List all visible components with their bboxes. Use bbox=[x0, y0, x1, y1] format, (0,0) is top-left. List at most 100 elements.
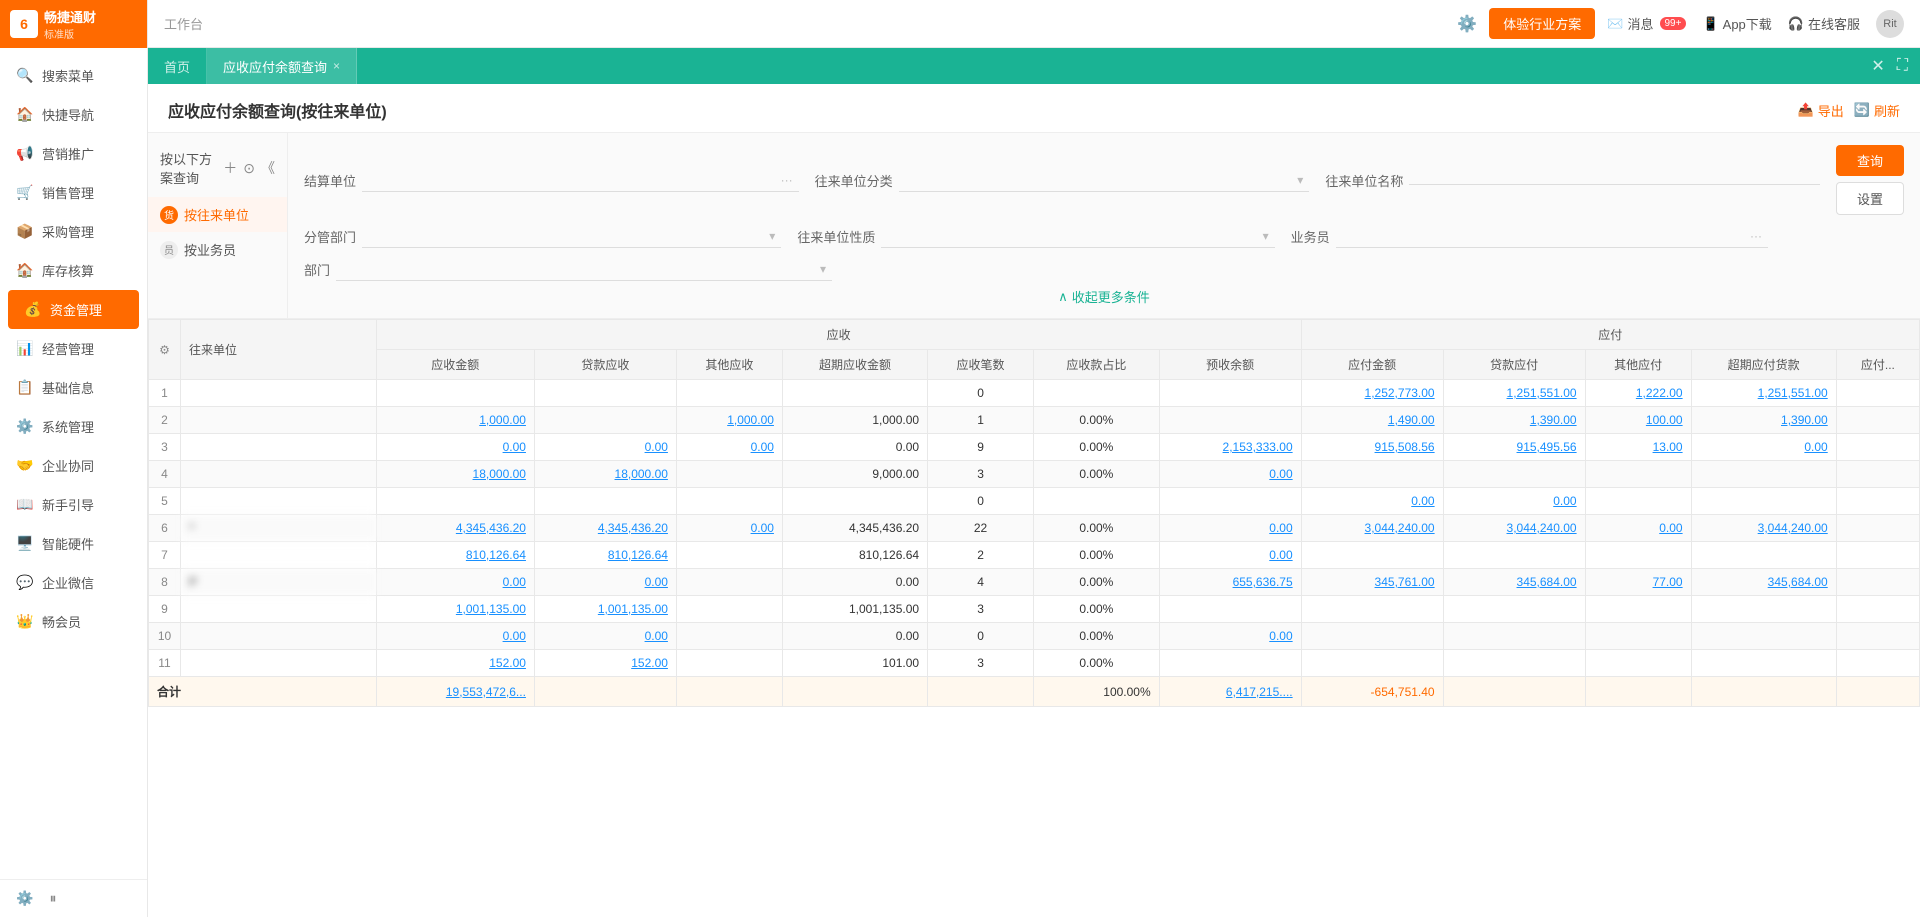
header-settings-icon[interactable]: ⚙️ bbox=[1457, 14, 1477, 34]
tab-maximize-icon[interactable]: ⛶ bbox=[1897, 57, 1908, 75]
total-advance-bal[interactable]: 6,417,215.... bbox=[1159, 677, 1301, 707]
refresh-btn[interactable]: 🔄 刷新 bbox=[1854, 101, 1900, 120]
th-payable-group: 应付 bbox=[1301, 320, 1919, 350]
tab-ar-ap[interactable]: 应收应付余额查询 × bbox=[207, 48, 357, 84]
online-service-icon: 🎧 bbox=[1788, 16, 1804, 32]
system-icon: ⚙️ bbox=[16, 418, 34, 435]
collapse-btn[interactable]: ∧ 收起更多条件 bbox=[304, 287, 1904, 306]
total-recv-loan bbox=[534, 677, 676, 707]
table-row: 7810,126.64810,126.64810,126.6420.00%0.0… bbox=[149, 542, 1920, 569]
sidebar-item-label: 资金管理 bbox=[50, 300, 102, 319]
sidebar-item-member[interactable]: 👑 畅会员 bbox=[0, 602, 147, 641]
tab-home-label: 首页 bbox=[164, 57, 190, 76]
th-advance-bal: 预收余额 bbox=[1159, 350, 1301, 380]
marketing-icon: 📢 bbox=[16, 145, 34, 162]
input-jiesuandanwei-icon: ··· bbox=[781, 173, 793, 187]
sidebar-item-search[interactable]: 🔍 搜索菜单 bbox=[0, 56, 147, 95]
filter-row-3: 部门 ▾ bbox=[304, 258, 1904, 281]
top-header: 工作台 ⚙️ 体验行业方案 ✉️ 消息 99+ 📱 App下载 🎧 在线客服 R… bbox=[148, 0, 1920, 48]
shortcut-icon: 🏠 bbox=[16, 106, 34, 123]
query-btn[interactable]: 查询 bbox=[1836, 145, 1904, 176]
sidebar-item-guide[interactable]: 📖 新手引导 bbox=[0, 485, 147, 524]
input-jiesuandanwei[interactable]: ··· bbox=[362, 169, 799, 192]
th-receivable-group: 应收 bbox=[376, 320, 1301, 350]
message-btn[interactable]: ✉️ 消息 99+ bbox=[1607, 14, 1686, 33]
app-edition: 标准版 bbox=[44, 26, 96, 41]
sidebar-item-label: 销售管理 bbox=[42, 183, 94, 202]
tab-close-window-icon[interactable]: ✕ bbox=[1871, 56, 1884, 76]
table-row: 100.000.000.0000.00%0.00 bbox=[149, 623, 1920, 650]
table-settings-icon[interactable]: ⚙ bbox=[159, 343, 170, 357]
scheme-item-label: 按往来单位 bbox=[184, 205, 249, 224]
sidebar-nav: 🔍 搜索菜单 🏠 快捷导航 📢 营销推广 🛒 销售管理 📦 采购管理 🏠 库存核… bbox=[0, 48, 147, 879]
scheme-settings-icon[interactable]: ⊙ bbox=[243, 160, 255, 177]
app-download-btn[interactable]: 📱 App下载 bbox=[1702, 14, 1771, 33]
collapse-icon: ∧ bbox=[1058, 289, 1068, 305]
th-pay-amt: 应付金额 bbox=[1301, 350, 1443, 380]
filter-group-jiesuandanwei: 结算单位 ··· bbox=[304, 169, 799, 192]
sidebar-item-operations[interactable]: 📊 经营管理 bbox=[0, 329, 147, 368]
filter-action-btns: 查询 设置 bbox=[1836, 145, 1904, 215]
inventory-icon: 🏠 bbox=[16, 262, 34, 279]
page-header: 应收应付余额查询(按往来单位) 📤 导出 🔄 刷新 bbox=[148, 84, 1920, 133]
scheme-header-label: 按以下方案查询 bbox=[160, 149, 217, 187]
input-fenguan[interactable]: ▾ bbox=[362, 225, 781, 248]
setting-btn[interactable]: 设置 bbox=[1836, 182, 1904, 215]
total-overdue-recv bbox=[782, 677, 927, 707]
sidebar-item-collab[interactable]: 🤝 企业协同 bbox=[0, 446, 147, 485]
sidebar-item-system[interactable]: ⚙️ 系统管理 bbox=[0, 407, 147, 446]
input-laiwaiming[interactable] bbox=[1409, 176, 1820, 185]
footer-collapse-icon[interactable]: ⏸ bbox=[49, 890, 56, 907]
sidebar-item-inventory[interactable]: 🏠 库存核算 bbox=[0, 251, 147, 290]
sidebar-item-label: 库存核算 bbox=[42, 261, 94, 280]
filter-group-bumen: 部门 ▾ bbox=[304, 258, 832, 281]
total-overdue-pay bbox=[1691, 677, 1836, 707]
filter-section: 按以下方案查询 ＋ ⊙ 《 货 按往来单位 员 按业务员 bbox=[148, 133, 1920, 319]
online-service-btn[interactable]: 🎧 在线客服 bbox=[1788, 14, 1860, 33]
scheme-collapse-icon[interactable]: 《 bbox=[261, 158, 275, 178]
collab-icon: 🤝 bbox=[16, 457, 34, 474]
input-xingzhi[interactable]: ▾ bbox=[881, 225, 1274, 248]
tab-home[interactable]: 首页 bbox=[148, 48, 207, 84]
th-pay-more: 应付... bbox=[1836, 350, 1919, 380]
sidebar-item-sales[interactable]: 🛒 销售管理 bbox=[0, 173, 147, 212]
tab-close-icon[interactable]: × bbox=[333, 59, 340, 73]
input-yewuyuan[interactable]: ··· bbox=[1336, 225, 1768, 248]
export-icon: 📤 bbox=[1798, 102, 1814, 118]
total-recv-amt[interactable]: 19,553,472,6... bbox=[376, 677, 534, 707]
sidebar-item-label: 采购管理 bbox=[42, 222, 94, 241]
industry-btn[interactable]: 体验行业方案 bbox=[1489, 8, 1595, 39]
sidebar-item-hardware[interactable]: 🖥️ 智能硬件 bbox=[0, 524, 147, 563]
scheme-add-icon[interactable]: ＋ bbox=[223, 158, 237, 178]
message-badge: 99+ bbox=[1660, 17, 1687, 30]
sidebar-item-label: 新手引导 bbox=[42, 495, 94, 514]
th-recv-amt: 应收金额 bbox=[376, 350, 534, 380]
dropdown-icon-4: ▾ bbox=[820, 262, 826, 276]
footer-settings-icon[interactable]: ⚙️ bbox=[16, 890, 33, 907]
purchase-icon: 📦 bbox=[16, 223, 34, 240]
user-menu[interactable]: Rit bbox=[1876, 10, 1904, 38]
app-download-icon: 📱 bbox=[1702, 16, 1718, 32]
input-laiwaifenlei[interactable]: ▾ bbox=[899, 169, 1310, 192]
sidebar-item-finance[interactable]: 💰 资金管理 bbox=[8, 290, 139, 329]
scheme-item-salesperson-icon: 员 bbox=[160, 241, 178, 259]
scheme-item-partner[interactable]: 货 按往来单位 bbox=[148, 197, 287, 232]
filter-row-2: 分管部门 ▾ 往来单位性质 ▾ 业务员 bbox=[304, 225, 1904, 248]
sidebar-item-marketing[interactable]: 📢 营销推广 bbox=[0, 134, 147, 173]
guide-icon: 📖 bbox=[16, 496, 34, 513]
filter-group-laiwaiming: 往来单位名称 bbox=[1325, 171, 1820, 190]
input-bumen[interactable]: ▾ bbox=[336, 258, 832, 281]
table-row: 101,252,773.001,251,551.001,222.001,251,… bbox=[149, 380, 1920, 407]
scheme-item-salesperson[interactable]: 员 按业务员 bbox=[148, 232, 287, 267]
th-recv-ratio: 应收款占比 bbox=[1034, 350, 1160, 380]
th-recv-count: 应收笔数 bbox=[928, 350, 1034, 380]
scheme-item-salesperson-label: 按业务员 bbox=[184, 240, 236, 259]
sidebar-item-shortcut[interactable]: 🏠 快捷导航 bbox=[0, 95, 147, 134]
tab-bar-actions: ✕ ⛶ bbox=[1859, 48, 1920, 84]
sidebar-item-wechat[interactable]: 💬 企业微信 bbox=[0, 563, 147, 602]
sidebar-item-basic-info[interactable]: 📋 基础信息 bbox=[0, 368, 147, 407]
export-btn[interactable]: 📤 导出 bbox=[1798, 101, 1844, 120]
total-pay-amt: -654,751.40 bbox=[1301, 677, 1443, 707]
sidebar-item-purchase[interactable]: 📦 采购管理 bbox=[0, 212, 147, 251]
online-service-label: 在线客服 bbox=[1808, 14, 1860, 33]
